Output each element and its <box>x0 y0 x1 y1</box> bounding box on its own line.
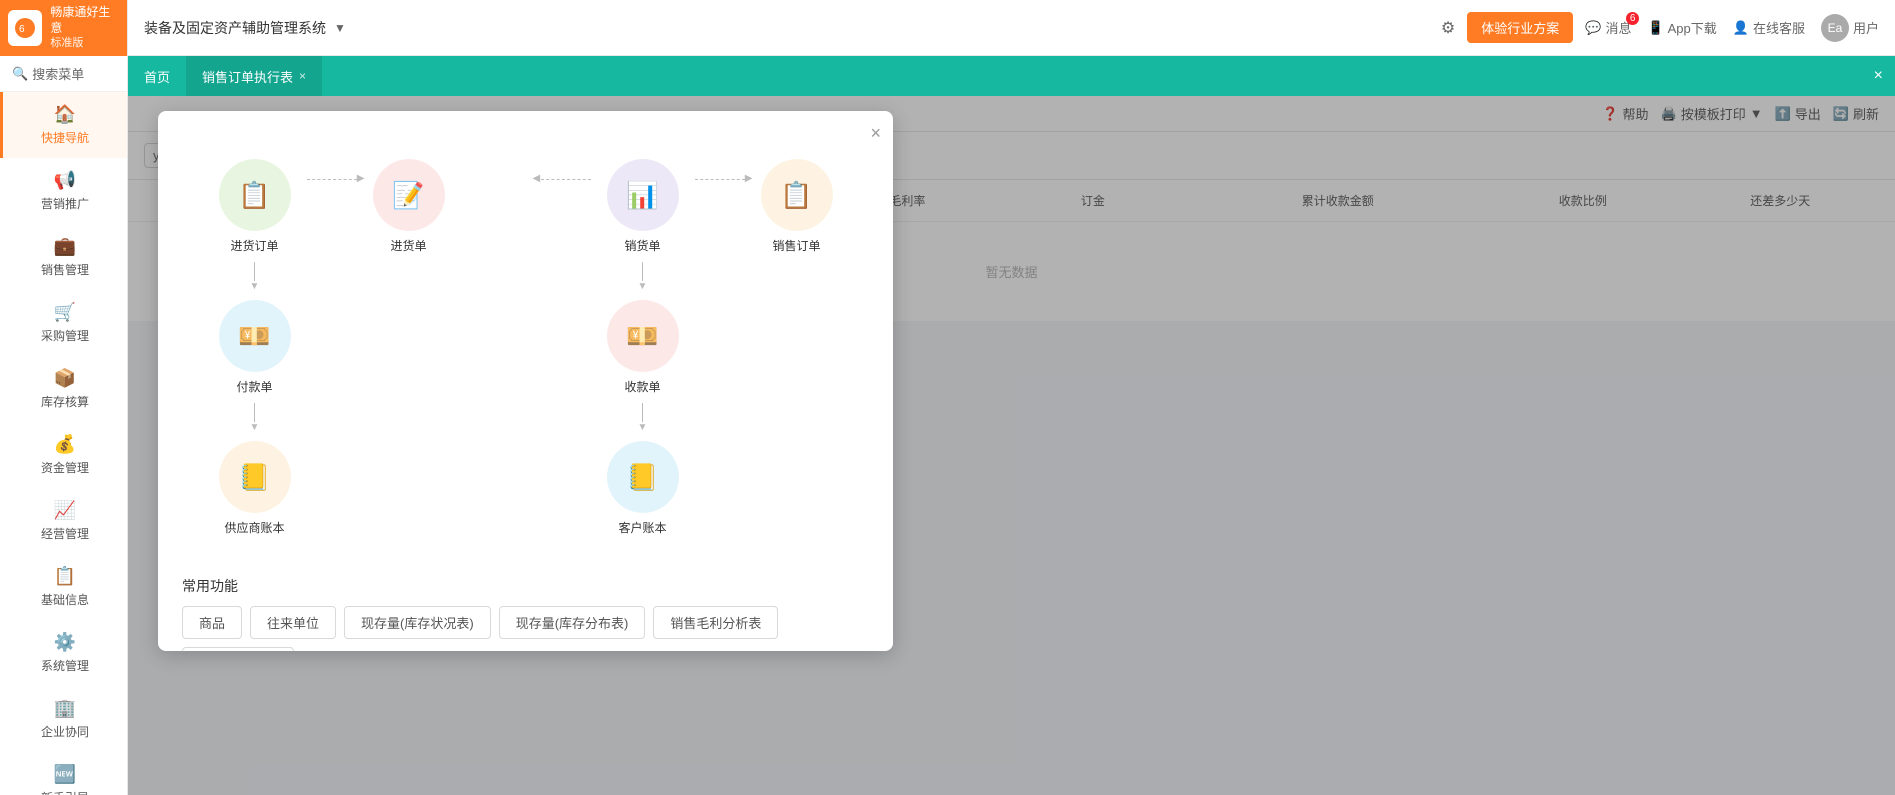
message-btn[interactable]: 💬 消息 6 <box>1585 18 1631 37</box>
operations-icon: 📈 <box>54 500 76 521</box>
sidebar-nav: 🏠 快捷导航 📢 营销推广 💼 销售管理 🛒 采购管理 📦 库存核算 💰 <box>0 92 127 795</box>
experience-btn[interactable]: 体验行业方案 <box>1467 12 1573 43</box>
tab-close-icon[interactable]: × <box>299 69 306 83</box>
arrow-down-4: ▼ <box>638 403 648 433</box>
func-btns-row1: 商品 往来单位 现存量(库存状况表) 现存量(库存分布表) 销售毛利分析表 商品… <box>182 606 869 651</box>
guide-icon: 🆕 <box>54 764 76 785</box>
sales-icon: 💼 <box>54 236 76 257</box>
flow-purchase: 📝 进货单 <box>373 159 445 254</box>
main-area: 装备及固定资产辅助管理系统 ▼ ⚙ 体验行业方案 💬 消息 6 📱 App下载 … <box>128 0 1895 795</box>
flow-purchase-order: 📋 进货订单 <box>219 159 291 254</box>
topbar: 装备及固定资产辅助管理系统 ▼ ⚙ 体验行业方案 💬 消息 6 📱 App下载 … <box>128 0 1895 56</box>
tab-home[interactable]: 首页 <box>128 56 186 96</box>
flow-diagram: 📋 进货订单 ▼ <box>182 135 869 560</box>
sidebar-item-operations[interactable]: 📈 经营管理 <box>0 488 127 554</box>
sidebar-item-inventory[interactable]: 📦 库存核算 <box>0 356 127 422</box>
logo: 6 畅康通好生意 标准版 <box>0 0 127 56</box>
app-download-btn[interactable]: 📱 App下载 <box>1647 18 1716 37</box>
flow-customer-ledger: 📒 客户账本 <box>607 441 679 536</box>
arrow-right-1: ▶ <box>307 179 357 180</box>
arrow-right-2: ◀ <box>541 179 591 180</box>
tabbar: 首页 销售订单执行表 × × <box>128 56 1895 96</box>
sidebar-item-sales[interactable]: 💼 销售管理 <box>0 224 127 290</box>
func-btn-product-profit[interactable]: 商品毛利分析 <box>182 647 294 651</box>
inventory-icon: 📦 <box>54 368 76 389</box>
settings-icon[interactable]: ⚙ <box>1441 18 1455 38</box>
sidebar-item-guide[interactable]: 🆕 新手引导 <box>0 752 127 795</box>
func-btn-sales-profit[interactable]: 销售毛利分析表 <box>653 606 778 639</box>
tabbar-close-btn[interactable]: × <box>1874 67 1883 85</box>
func-btn-stock-dist[interactable]: 现存量(库存分布表) <box>499 606 646 639</box>
online-service-btn[interactable]: 👤 在线客服 <box>1733 18 1805 37</box>
sidebar-item-quick-nav[interactable]: 🏠 快捷导航 <box>0 92 127 158</box>
sidebar-item-basic-info[interactable]: 📋 基础信息 <box>0 554 127 620</box>
flow-supplier-ledger: 📒 供应商账本 <box>219 441 291 536</box>
flow-mid-right-col: 📊 销货单 ▼ <box>591 151 695 544</box>
flow-sales: 📊 销货单 <box>607 159 679 254</box>
system-dropdown[interactable]: ▼ <box>334 21 346 35</box>
arrow-down-3: ▼ <box>638 262 648 292</box>
system-icon: ⚙️ <box>54 632 76 653</box>
flow-left-col: 📋 进货订单 ▼ <box>203 151 307 544</box>
enterprise-icon: 🏢 <box>54 698 76 719</box>
logo-text: 畅康通好生意 标准版 <box>50 5 119 50</box>
func-btn-stock-status[interactable]: 现存量(库存状况表) <box>344 606 491 639</box>
flow-right-col: 📋 销售订单 <box>745 151 849 262</box>
overlay[interactable]: × 📋 进货订单 <box>128 96 1895 795</box>
flow-payment-out: 💴 付款单 <box>219 300 291 395</box>
flow-payment-in: 💴 收款单 <box>607 300 679 395</box>
home-icon: 🏠 <box>54 104 76 125</box>
logo-icon: 6 <box>8 10 42 46</box>
func-btn-partners[interactable]: 往来单位 <box>250 606 336 639</box>
avatar: Ea <box>1821 14 1849 42</box>
tab-sales-order[interactable]: 销售订单执行表 × <box>186 56 322 96</box>
topbar-right: 💬 消息 6 📱 App下载 👤 在线客服 Ea 用户 <box>1585 14 1879 42</box>
arrow-down-2: ▼ <box>250 403 260 433</box>
marketing-icon: 📢 <box>54 170 76 191</box>
arrow-right-3: ▶ <box>695 179 745 180</box>
search-menu[interactable]: 🔍 搜索菜单 <box>0 56 127 92</box>
svg-text:6: 6 <box>19 24 25 35</box>
flow-sales-order: 📋 销售订单 <box>761 159 833 254</box>
sidebar-item-system[interactable]: ⚙️ 系统管理 <box>0 620 127 686</box>
flow-mid-left-col: 📝 进货单 <box>357 151 461 262</box>
purchase-icon: 🛒 <box>54 302 76 323</box>
func-btn-product[interactable]: 商品 <box>182 606 242 639</box>
guide-close-btn[interactable]: × <box>870 123 881 144</box>
download-icon: 📱 <box>1647 20 1663 36</box>
common-functions: 常用功能 商品 往来单位 现存量(库存状况表) 现存量(库存分布表) 销售毛利分… <box>182 576 869 651</box>
sidebar: 6 畅康通好生意 标准版 🔍 搜索菜单 🏠 快捷导航 📢 营销推广 💼 <box>0 0 128 795</box>
sidebar-item-purchase[interactable]: 🛒 采购管理 <box>0 290 127 356</box>
guide-popup: × 📋 进货订单 <box>158 111 893 651</box>
content-area: ❓ 帮助 🖨️ 按模板打印 ▼ ⬆️ 导出 🔄 刷新 <box>128 96 1895 795</box>
service-icon: 👤 <box>1733 20 1749 36</box>
sidebar-item-marketing[interactable]: 📢 营销推广 <box>0 158 127 224</box>
info-icon: 📋 <box>54 566 76 587</box>
sidebar-item-enterprise[interactable]: 🏢 企业协同 <box>0 686 127 752</box>
search-icon: 🔍 <box>12 66 28 82</box>
user-menu[interactable]: Ea 用户 <box>1821 14 1879 42</box>
system-title: 装备及固定资产辅助管理系统 ▼ <box>144 18 1429 38</box>
sidebar-item-finance[interactable]: 💰 资金管理 <box>0 422 127 488</box>
arrow-down-1: ▼ <box>250 262 260 292</box>
message-icon: 💬 <box>1585 20 1601 36</box>
common-functions-title: 常用功能 <box>182 576 869 596</box>
finance-icon: 💰 <box>54 434 76 455</box>
